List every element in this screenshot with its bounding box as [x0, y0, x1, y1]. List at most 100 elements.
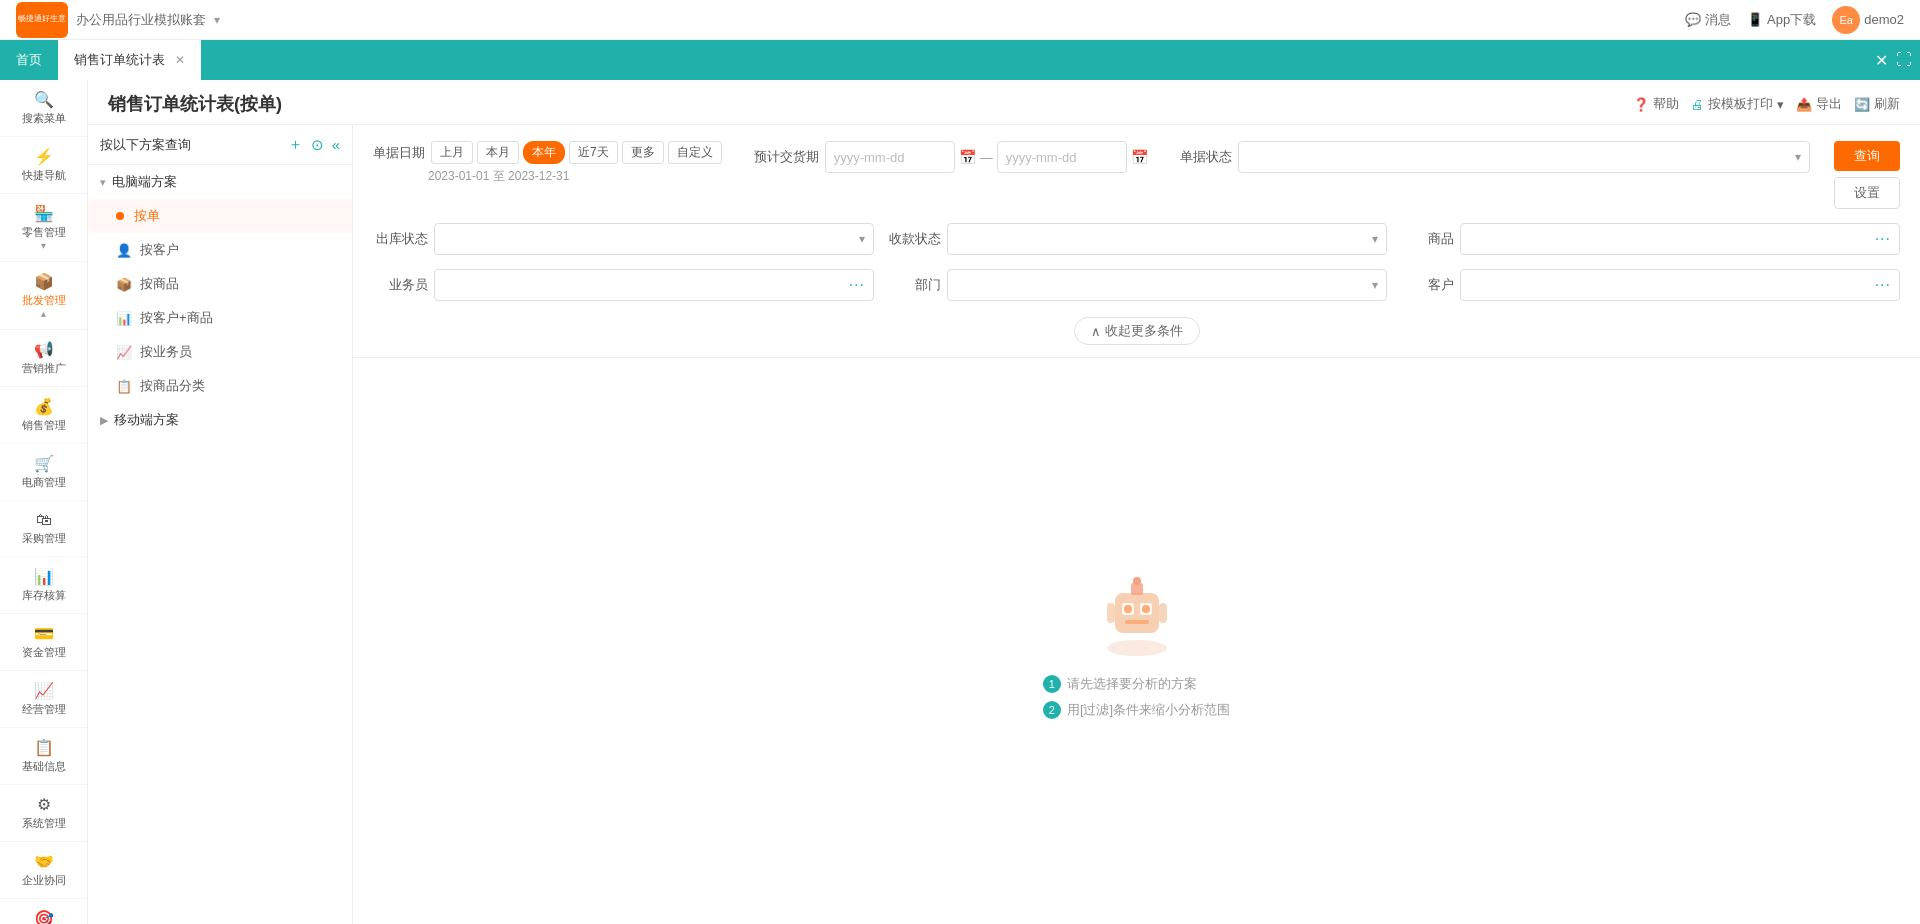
- top-bar-right: 💬 消息 📱 App下载 Ea demo2: [1685, 6, 1904, 34]
- sidebar-item-enterprise[interactable]: 🤝 企业协同: [0, 842, 87, 899]
- add-scheme-icon[interactable]: ＋: [288, 135, 303, 154]
- status-select[interactable]: ▾: [1238, 141, 1810, 173]
- expected-date-start[interactable]: [825, 141, 955, 173]
- sidebar-item-basic[interactable]: 📋 基础信息: [0, 728, 87, 785]
- active-indicator: [116, 212, 124, 220]
- empty-tip-1: 1 请先选择要分析的方案: [1043, 675, 1230, 693]
- collapse-scheme-icon[interactable]: «: [332, 136, 340, 153]
- tab-close-icon[interactable]: ✕: [175, 53, 185, 67]
- sidebar-item-ecommerce[interactable]: 🛒 电商管理: [0, 444, 87, 501]
- customer-select[interactable]: ···: [1460, 269, 1900, 301]
- page-title: 销售订单统计表(按单): [108, 92, 282, 116]
- sidebar: 🔍 搜索菜单 ⚡ 快捷导航 🏪 零售管理 ▾ 📦 批发管理 ▴ 📢 营销推广 💰…: [0, 80, 88, 924]
- help-icon: ❓: [1633, 97, 1649, 112]
- pc-group-label: 电脑端方案: [112, 173, 177, 191]
- export-btn[interactable]: 📤 导出: [1796, 95, 1842, 113]
- date-col: 单据日期 上月 本月 本年 近7天 更多 自定义 2023: [373, 141, 722, 185]
- pay-status-arrow: ▾: [1372, 232, 1378, 246]
- scheme-item-label-by-order: 按单: [134, 207, 160, 225]
- operation-icon: 📈: [34, 681, 54, 700]
- scheme-group-mobile-header[interactable]: ▶ 移动端方案: [88, 403, 352, 437]
- scheme-item-by-customer[interactable]: 👤 按客户: [88, 233, 352, 267]
- sidebar-item-marketing[interactable]: 📢 营销推广: [0, 330, 87, 387]
- tab-minimize-icon[interactable]: ✕: [1875, 51, 1888, 70]
- sidebar-item-system[interactable]: ⚙ 系统管理: [0, 785, 87, 842]
- sidebar-item-search[interactable]: 🔍 搜索菜单: [0, 80, 87, 137]
- product-scheme-icon: 📦: [116, 276, 132, 292]
- query-button[interactable]: 查询: [1834, 141, 1900, 171]
- help-btn[interactable]: ❓ 帮助: [1633, 95, 1679, 113]
- setting-button[interactable]: 设置: [1834, 177, 1900, 209]
- user-menu[interactable]: Ea demo2: [1832, 6, 1904, 34]
- date-btn-last-month[interactable]: 上月: [431, 141, 473, 164]
- refresh-icon: 🔄: [1854, 97, 1870, 112]
- scheme-item-by-customer-product[interactable]: 📊 按客户+商品: [88, 301, 352, 335]
- empty-tips: 1 请先选择要分析的方案 2 用[过滤]条件来缩小分析范围: [1043, 675, 1230, 719]
- scheme-list: ▾ 电脑端方案 按单 👤 按客户 📦 按商: [88, 165, 352, 924]
- sidebar-item-sales[interactable]: 💰 销售管理: [0, 387, 87, 444]
- expected-date-label: 预计交货期: [754, 148, 819, 166]
- sidebar-item-wholesale[interactable]: 📦 批发管理 ▴: [0, 262, 87, 330]
- app-title-dropdown[interactable]: ▾: [214, 13, 220, 27]
- date-btn-custom[interactable]: 自定义: [668, 141, 722, 164]
- date-btn-last-7[interactable]: 近7天: [569, 141, 618, 164]
- product-col: 商品 ···: [1399, 223, 1900, 255]
- scheme-item-by-salesman[interactable]: 📈 按业务员: [88, 335, 352, 369]
- sidebar-item-purchase[interactable]: 🛍 采购管理: [0, 501, 87, 557]
- filter-area: 单据日期 上月 本月 本年 近7天 更多 自定义 2023: [353, 125, 1920, 309]
- system-icon: ⚙: [37, 795, 51, 814]
- template-print-btn[interactable]: 🖨 按模板打印 ▾: [1691, 95, 1784, 113]
- salesman-scheme-icon: 📈: [116, 344, 132, 360]
- svg-rect-10: [1159, 603, 1167, 623]
- right-panel: 单据日期 上月 本月 本年 近7天 更多 自定义 2023: [353, 125, 1920, 924]
- salesman-select[interactable]: ···: [434, 269, 874, 301]
- retail-arrow: ▾: [41, 240, 46, 251]
- tab-home[interactable]: 首页: [0, 40, 58, 80]
- scheme-item-by-product[interactable]: 📦 按商品: [88, 267, 352, 301]
- scheme-item-by-category[interactable]: 📋 按商品分类: [88, 369, 352, 403]
- tip-num-1: 1: [1043, 675, 1061, 693]
- expected-date-end[interactable]: [997, 141, 1127, 173]
- ship-status-arrow: ▾: [859, 232, 865, 246]
- date-range-text: 2023-01-01 至 2023-12-31: [373, 168, 722, 185]
- department-arrow: ▾: [1372, 278, 1378, 292]
- sidebar-item-finance[interactable]: 💳 资金管理: [0, 614, 87, 671]
- product-select[interactable]: ···: [1460, 223, 1900, 255]
- sidebar-item-newbie[interactable]: 🎯 新手引导: [0, 899, 87, 924]
- pay-status-select[interactable]: ▾: [947, 223, 1387, 255]
- expected-date-col: 预计交货期 📅 — 📅: [754, 141, 1148, 173]
- calendar-end-icon[interactable]: 📅: [1131, 149, 1148, 165]
- department-select[interactable]: ▾: [947, 269, 1387, 301]
- scheme-item-by-order[interactable]: 按单: [88, 199, 352, 233]
- scheme-group-pc-header[interactable]: ▾ 电脑端方案: [88, 165, 352, 199]
- scheme-header: 按以下方案查询 ＋ ⊙ «: [88, 125, 352, 165]
- newbie-icon: 🎯: [34, 909, 54, 924]
- svg-rect-9: [1107, 603, 1115, 623]
- mobile-icon: 📱: [1747, 12, 1763, 27]
- app-download-btn[interactable]: 📱 App下载: [1747, 11, 1816, 29]
- collapse-button[interactable]: ∧ 收起更多条件: [1074, 317, 1200, 345]
- tab-expand-icon[interactable]: ⛶: [1896, 51, 1912, 69]
- sidebar-item-operation[interactable]: 📈 经营管理: [0, 671, 87, 728]
- manage-scheme-icon[interactable]: ⊙: [311, 136, 324, 154]
- export-icon: 📤: [1796, 97, 1812, 112]
- date-btn-more[interactable]: 更多: [622, 141, 664, 164]
- date-label: 单据日期: [373, 144, 425, 162]
- date-btn-this-year[interactable]: 本年: [523, 141, 565, 164]
- avatar: Ea: [1832, 6, 1860, 34]
- date-btn-this-month[interactable]: 本月: [477, 141, 519, 164]
- ship-status-select[interactable]: ▾: [434, 223, 874, 255]
- scheme-item-label-by-category: 按商品分类: [140, 377, 205, 395]
- refresh-btn[interactable]: 🔄 刷新: [1854, 95, 1900, 113]
- sidebar-item-inventory[interactable]: 📊 库存核算: [0, 557, 87, 614]
- tab-order-stats[interactable]: 销售订单统计表 ✕: [58, 40, 201, 80]
- print-icon: 🖨: [1691, 97, 1704, 112]
- calendar-start-icon[interactable]: 📅: [959, 149, 976, 165]
- app-title: 办公用品行业模拟账套: [76, 11, 206, 29]
- scheme-panel: 按以下方案查询 ＋ ⊙ « ▾ 电脑端方案: [88, 125, 353, 924]
- sidebar-item-shortcut[interactable]: ⚡ 快捷导航: [0, 137, 87, 194]
- wholesale-icon: 📦: [34, 272, 54, 291]
- message-btn[interactable]: 💬 消息: [1685, 11, 1731, 29]
- sidebar-item-retail[interactable]: 🏪 零售管理 ▾: [0, 194, 87, 262]
- pc-group-arrow: ▾: [100, 176, 106, 189]
